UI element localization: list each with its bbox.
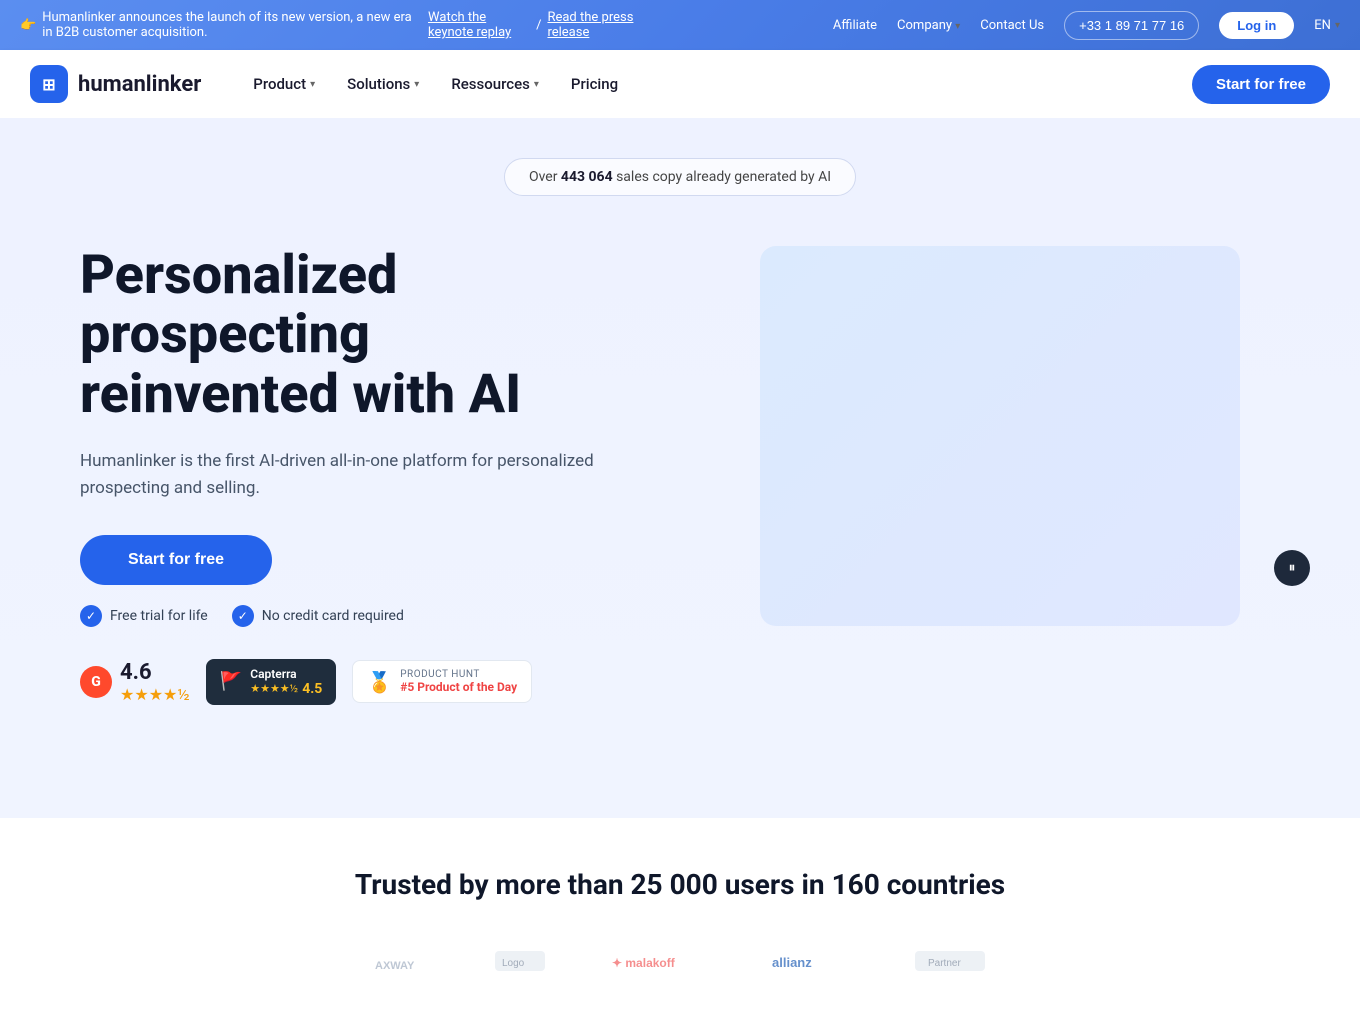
hero-cta-button[interactable]: Start for free [80,535,272,585]
hero-left: Personalized prospecting reinvented with… [80,246,680,705]
stats-pill: Over 443 064 sales copy already generate… [504,158,856,196]
solutions-chevron: ▾ [414,79,419,90]
main-nav: ⊞ humanlinker Product ▾ Solutions ▾ Ress… [0,50,1360,118]
trusted-logo-1-icon: AXWAY [370,941,430,981]
hero-visual-area: ⏸ [720,246,1280,626]
stats-suffix: sales copy already generated by AI [613,169,831,185]
svg-text:✦ malakoff: ✦ malakoff [612,956,676,970]
capterra-score: 4.5 [302,681,322,697]
announcement-bar: 👉 Humanlinker announces the launch of it… [0,0,1360,50]
nav-solutions[interactable]: Solutions ▾ [335,67,431,101]
hero-title-line1: Personalized prospecting [80,244,397,366]
trusted-logo-allianz-icon: allianz [770,941,850,981]
affiliate-link[interactable]: Affiliate [833,18,877,33]
check-label-trial: Free trial for life [110,608,208,624]
announcement-message: Humanlinker announces the launch of its … [42,10,422,40]
svg-text:allianz: allianz [772,955,812,970]
main-content: Over 443 064 sales copy already generate… [0,118,1360,818]
logo-letter: ⊞ [42,75,55,94]
company-link[interactable]: Company ▾ [897,18,960,33]
badges-section: G 4.6 ★★★★½ 🚩 Capterra ★★★★½ [80,659,680,705]
g2-logo: G [80,666,112,698]
trusted-logo-5: Partner [910,941,990,981]
hero-title: Personalized prospecting reinvented with… [80,246,680,424]
check-item-card: ✓ No credit card required [232,605,404,627]
announcement-text: 👉 Humanlinker announces the launch of it… [20,10,640,40]
trusted-section: Trusted by more than 25 000 users in 160… [0,818,1360,1021]
nav-menu: Product ▾ Solutions ▾ Ressources ▾ Prici… [241,67,630,101]
nav-product[interactable]: Product ▾ [241,67,327,101]
producthunt-details: PRODUCT HUNT #5 Product of the Day [400,669,517,694]
hero-visual [760,246,1240,626]
logo-icon: ⊞ [30,65,68,103]
announcement-watch-link[interactable]: Watch the keynote replay [428,10,530,40]
trusted-logo-2-icon: Logo [490,941,550,981]
product-chevron: ▾ [310,79,315,90]
g2-stars: ★★★★½ [120,685,190,704]
check-item-trial: ✓ Free trial for life [80,605,208,627]
capterra-label: Capterra [250,667,322,681]
producthunt-badge: 🏅 PRODUCT HUNT #5 Product of the Day [352,660,532,703]
top-nav: Affiliate Company ▾ Contact Us +33 1 89 … [833,11,1340,40]
nav-start-button[interactable]: Start for free [1192,65,1330,104]
language-selector[interactable]: EN ▾ [1314,18,1340,33]
capterra-details: Capterra ★★★★½ 4.5 [250,667,322,697]
nav-ressources[interactable]: Ressources ▾ [439,67,551,101]
logo-text: humanlinker [78,72,201,97]
capterra-stars: ★★★★½ [250,682,298,695]
trusted-logo-allianz: allianz [770,941,850,981]
pause-button[interactable]: ⏸ [1274,550,1310,586]
hero-title-line2: reinvented with AI [80,363,521,426]
g2-details: 4.6 ★★★★½ [120,660,190,704]
producthunt-label: PRODUCT HUNT [400,669,517,680]
logo[interactable]: ⊞ humanlinker [30,65,201,103]
check-icon-card: ✓ [232,605,254,627]
g2-score: 4.6 [120,660,190,685]
hero-subtitle: Humanlinker is the first AI-driven all-i… [80,448,620,502]
trusted-logo-malakoff: ✦ malakoff [610,941,710,981]
trusted-title: Trusted by more than 25 000 users in 160… [80,868,1280,901]
check-icon-trial: ✓ [80,605,102,627]
svg-text:Logo: Logo [502,958,525,969]
trusted-logo-malakoff-icon: ✦ malakoff [610,941,710,981]
phone-button[interactable]: +33 1 89 71 77 16 [1064,11,1199,40]
producthunt-rank: #5 Product of the Day [400,680,517,694]
producthunt-medal-icon: 🏅 [367,670,392,694]
trusted-logos: AXWAY Logo ✦ malakoff allianz Partner [80,941,1280,981]
svg-text:AXWAY: AXWAY [375,960,415,972]
g2-badge: G 4.6 ★★★★½ [80,660,190,704]
ressources-chevron: ▾ [534,79,539,90]
trusted-logo-5-icon: Partner [910,941,990,981]
hero-section: Personalized prospecting reinvented with… [0,216,1360,745]
trusted-logo-1: AXWAY [370,941,430,981]
nav-left: ⊞ humanlinker Product ▾ Solutions ▾ Ress… [30,65,630,103]
announcement-separator: / [536,18,541,33]
check-label-card: No credit card required [262,608,404,624]
capterra-flag-icon: 🚩 [220,671,242,692]
trusted-logo-2: Logo [490,941,550,981]
login-button[interactable]: Log in [1219,12,1294,39]
stats-prefix: Over [529,169,561,185]
announcement-press-link[interactable]: Read the press release [547,10,640,40]
svg-text:Partner: Partner [928,958,961,969]
stats-number: 443 064 [561,169,613,185]
stats-pill-wrapper: Over 443 064 sales copy already generate… [0,118,1360,216]
hero-checks: ✓ Free trial for life ✓ No credit card r… [80,605,680,627]
contact-link[interactable]: Contact Us [980,18,1044,33]
nav-pricing[interactable]: Pricing [559,67,630,101]
announcement-emoji: 👉 [20,18,36,33]
capterra-logo: 🚩 [220,671,242,692]
capterra-badge: 🚩 Capterra ★★★★½ 4.5 [206,659,337,705]
